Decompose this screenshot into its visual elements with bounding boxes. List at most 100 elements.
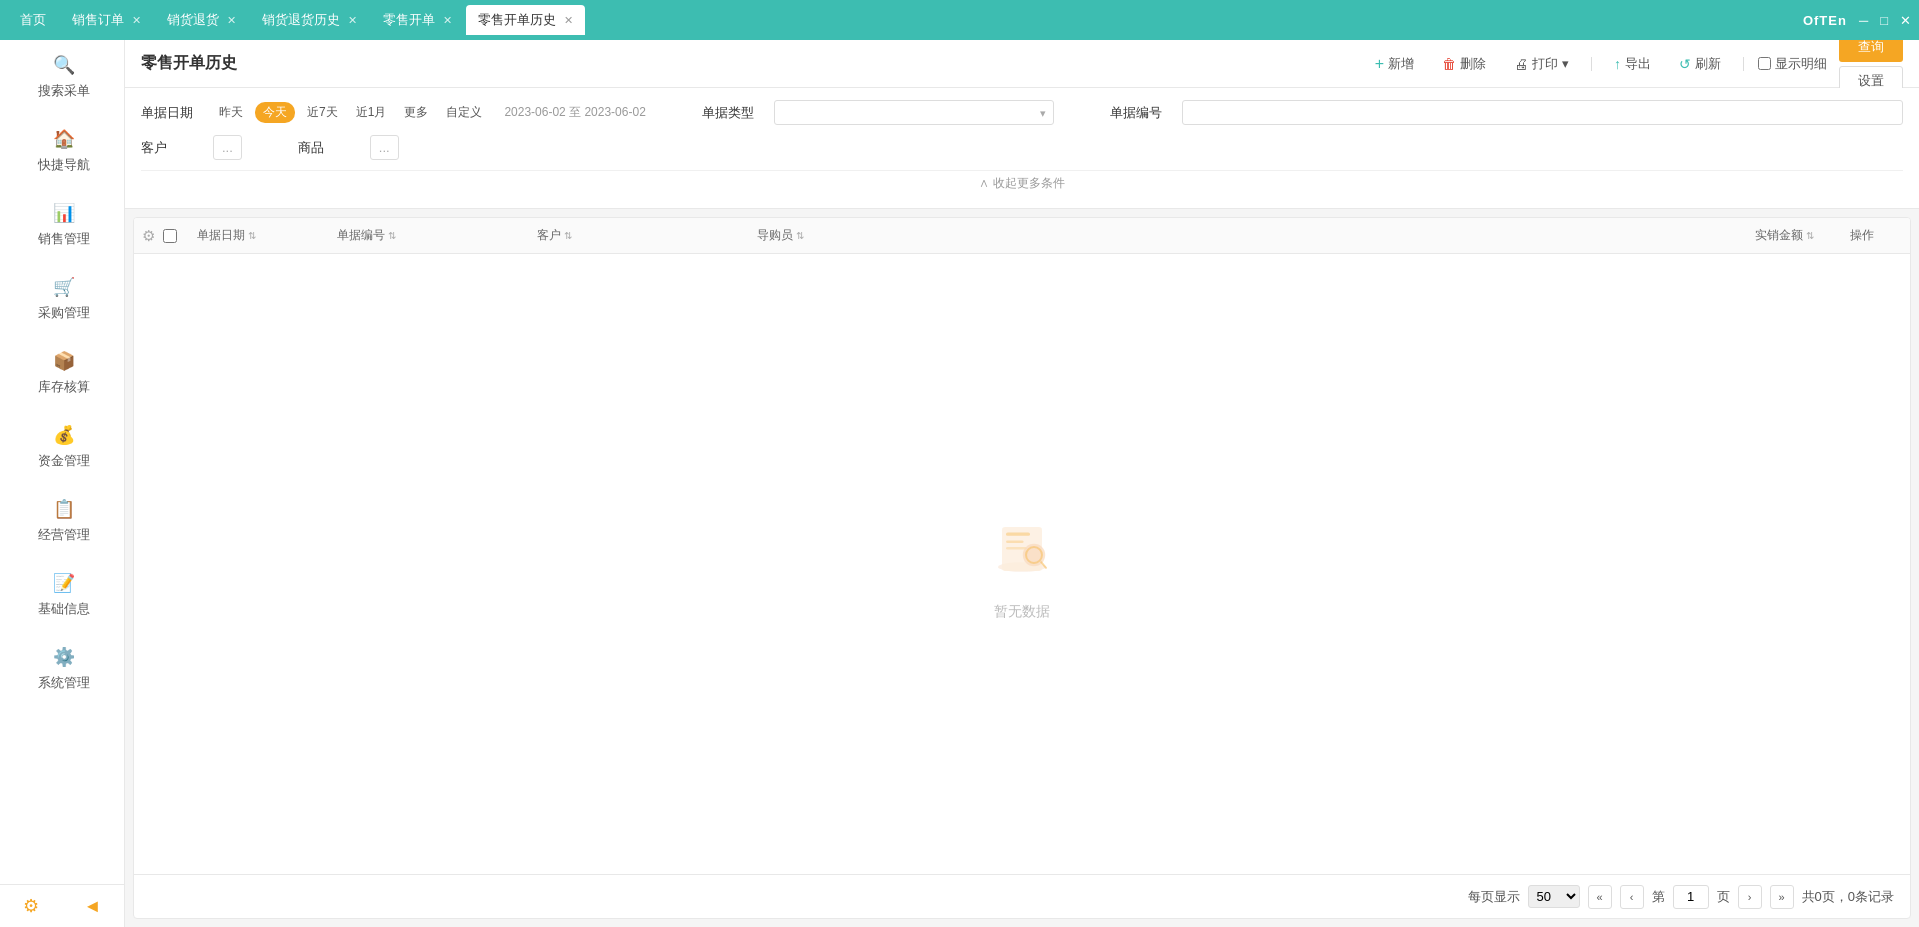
tab-retail-order[interactable]: 零售开单 ✕: [371, 5, 464, 35]
display-detail-checkbox[interactable]: 显示明细: [1758, 55, 1827, 73]
sidebar-item-purchase-label: 采购管理: [38, 304, 90, 322]
type-select[interactable]: [774, 100, 1054, 125]
display-detail-input[interactable]: [1758, 57, 1771, 70]
sidebar-item-purchase[interactable]: 🛒 采购管理: [0, 262, 124, 336]
sidebar-item-search-label: 搜索采单: [38, 82, 90, 100]
page-suffix: 页: [1717, 888, 1730, 906]
sidebar-item-search[interactable]: 🔍 搜索采单: [0, 40, 124, 114]
tab-home[interactable]: 首页: [8, 5, 58, 35]
th-guide[interactable]: 导购员 ⇅: [749, 227, 869, 244]
tab-sales-order-label: 销售订单: [72, 11, 124, 29]
tab-sales-return-history-close[interactable]: ✕: [348, 14, 357, 27]
next-page-btn[interactable]: ›: [1738, 885, 1762, 909]
print-icon: 🖨: [1514, 56, 1528, 72]
base-info-icon: 📝: [53, 572, 75, 594]
content-area: 零售开单历史 + 新增 🗑 删除 🖨 打印 ▾ ↑ 导出: [125, 40, 1919, 927]
top-bar: 首页 销售订单 ✕ 销货退货 ✕ 销货退货历史 ✕ 零售开单 ✕ 零售开单历史 …: [0, 0, 1919, 40]
th-operation: 操作: [1822, 227, 1902, 244]
page-label: 第: [1652, 888, 1665, 906]
th-amount[interactable]: 实销金额 ⇅: [1702, 227, 1822, 244]
delete-button[interactable]: 🗑 删除: [1434, 51, 1494, 77]
last-page-btn[interactable]: »: [1770, 885, 1794, 909]
date-btn-today[interactable]: 今天: [255, 102, 295, 123]
tab-retail-order-history[interactable]: 零售开单历史 ✕: [466, 5, 585, 35]
inventory-icon: 📦: [53, 350, 75, 372]
sidebar: 🔍 搜索采单 🏠 快捷导航 📊 销售管理 🛒 采购管理 📦 库存核算 💰 资金管…: [0, 40, 125, 927]
display-detail-label: 显示明细: [1775, 55, 1827, 73]
window-min-btn[interactable]: ─: [1859, 13, 1868, 28]
page-input[interactable]: [1673, 885, 1709, 909]
tab-sales-order[interactable]: 销售订单 ✕: [60, 5, 153, 35]
th-number-label: 单据编号: [337, 227, 385, 244]
tab-sales-return-history[interactable]: 销货退货历史 ✕: [250, 5, 369, 35]
sidebar-item-sales[interactable]: 📊 销售管理: [0, 188, 124, 262]
settings-bottom-btn[interactable]: ⚙: [23, 895, 39, 917]
th-number[interactable]: 单据编号 ⇅: [329, 227, 529, 244]
main-layout: 🔍 搜索采单 🏠 快捷导航 📊 销售管理 🛒 采购管理 📦 库存核算 💰 资金管…: [0, 40, 1919, 927]
search-icon: 🔍: [53, 54, 75, 76]
tab-sales-order-close[interactable]: ✕: [132, 14, 141, 27]
sidebar-item-operations[interactable]: 📋 经营管理: [0, 484, 124, 558]
th-amount-sort: ⇅: [1806, 230, 1814, 241]
delete-icon: 🗑: [1442, 56, 1456, 72]
print-button[interactable]: 🖨 打印 ▾: [1506, 51, 1577, 77]
divider-2: [1743, 57, 1744, 71]
prev-page-btn[interactable]: ‹: [1620, 885, 1644, 909]
tab-sales-return-history-label: 销货退货历史: [262, 11, 340, 29]
number-input[interactable]: [1182, 100, 1903, 125]
query-button[interactable]: 查询: [1839, 40, 1903, 62]
tab-sales-return-close[interactable]: ✕: [227, 14, 236, 27]
refresh-icon: ↺: [1679, 56, 1691, 72]
refresh-button[interactable]: ↺ 刷新: [1671, 51, 1729, 77]
date-range: 2023-06-02 至 2023-06-02: [504, 104, 645, 121]
sidebar-item-base-info-label: 基础信息: [38, 600, 90, 618]
svg-rect-2: [1006, 533, 1030, 536]
top-bar-right: OfTEn ─ □ ✕: [1803, 13, 1911, 28]
customer-label: 客户: [141, 139, 197, 157]
type-select-wrap: [774, 100, 1054, 125]
print-arrow-icon: ▾: [1562, 56, 1569, 71]
type-label: 单据类型: [702, 104, 758, 122]
export-button[interactable]: ↑ 导出: [1606, 51, 1659, 77]
tab-retail-order-history-close[interactable]: ✕: [564, 14, 573, 27]
sidebar-item-system[interactable]: ⚙️ 系统管理: [0, 632, 124, 706]
tab-retail-order-close[interactable]: ✕: [443, 14, 452, 27]
th-date[interactable]: 单据日期 ⇅: [189, 227, 329, 244]
goods-select-btn[interactable]: ...: [370, 135, 399, 160]
window-max-btn[interactable]: □: [1880, 13, 1888, 28]
tab-sales-return[interactable]: 销货退货 ✕: [155, 5, 248, 35]
date-btn-1month[interactable]: 近1月: [350, 102, 393, 123]
table-area: ⚙ 单据日期 ⇅ 单据编号 ⇅ 客户 ⇅ 导购员 ⇅: [133, 217, 1911, 919]
customer-select-btn[interactable]: ...: [213, 135, 242, 160]
sidebar-item-base-info[interactable]: 📝 基础信息: [0, 558, 124, 632]
th-date-label: 单据日期: [197, 227, 245, 244]
empty-area: 暂无数据: [134, 254, 1910, 874]
date-btn-7days[interactable]: 近7天: [301, 102, 344, 123]
sidebar-item-nav[interactable]: 🏠 快捷导航: [0, 114, 124, 188]
table-gear-icon[interactable]: ⚙: [142, 227, 155, 245]
first-page-btn[interactable]: «: [1588, 885, 1612, 909]
svg-rect-3: [1006, 541, 1024, 543]
per-page-label: 每页显示: [1468, 888, 1520, 906]
sidebar-item-sales-label: 销售管理: [38, 230, 90, 248]
th-number-sort: ⇅: [388, 230, 396, 241]
th-customer[interactable]: 客户 ⇅: [529, 227, 749, 244]
add-button[interactable]: + 新增: [1367, 51, 1422, 77]
collapse-more-conditions[interactable]: ∧ 收起更多条件: [141, 170, 1903, 196]
select-all-checkbox[interactable]: [163, 229, 177, 243]
window-close-btn[interactable]: ✕: [1900, 13, 1911, 28]
number-label: 单据编号: [1110, 104, 1166, 122]
collapse-sidebar-btn[interactable]: ◄: [84, 896, 102, 917]
date-btn-yesterday[interactable]: 昨天: [213, 102, 249, 123]
date-btn-more[interactable]: 更多: [398, 102, 434, 123]
date-label: 单据日期: [141, 104, 197, 122]
finance-icon: 💰: [53, 424, 75, 446]
date-btn-custom[interactable]: 自定义: [440, 102, 488, 123]
sidebar-item-inventory[interactable]: 📦 库存核算: [0, 336, 124, 410]
th-guide-sort: ⇅: [796, 230, 804, 241]
brand-label: OfTEn: [1803, 13, 1847, 28]
per-page-select[interactable]: 50 10 20 100: [1528, 885, 1580, 908]
sidebar-item-finance[interactable]: 💰 资金管理: [0, 410, 124, 484]
goods-label: 商品: [298, 139, 354, 157]
sidebar-item-operations-label: 经营管理: [38, 526, 90, 544]
